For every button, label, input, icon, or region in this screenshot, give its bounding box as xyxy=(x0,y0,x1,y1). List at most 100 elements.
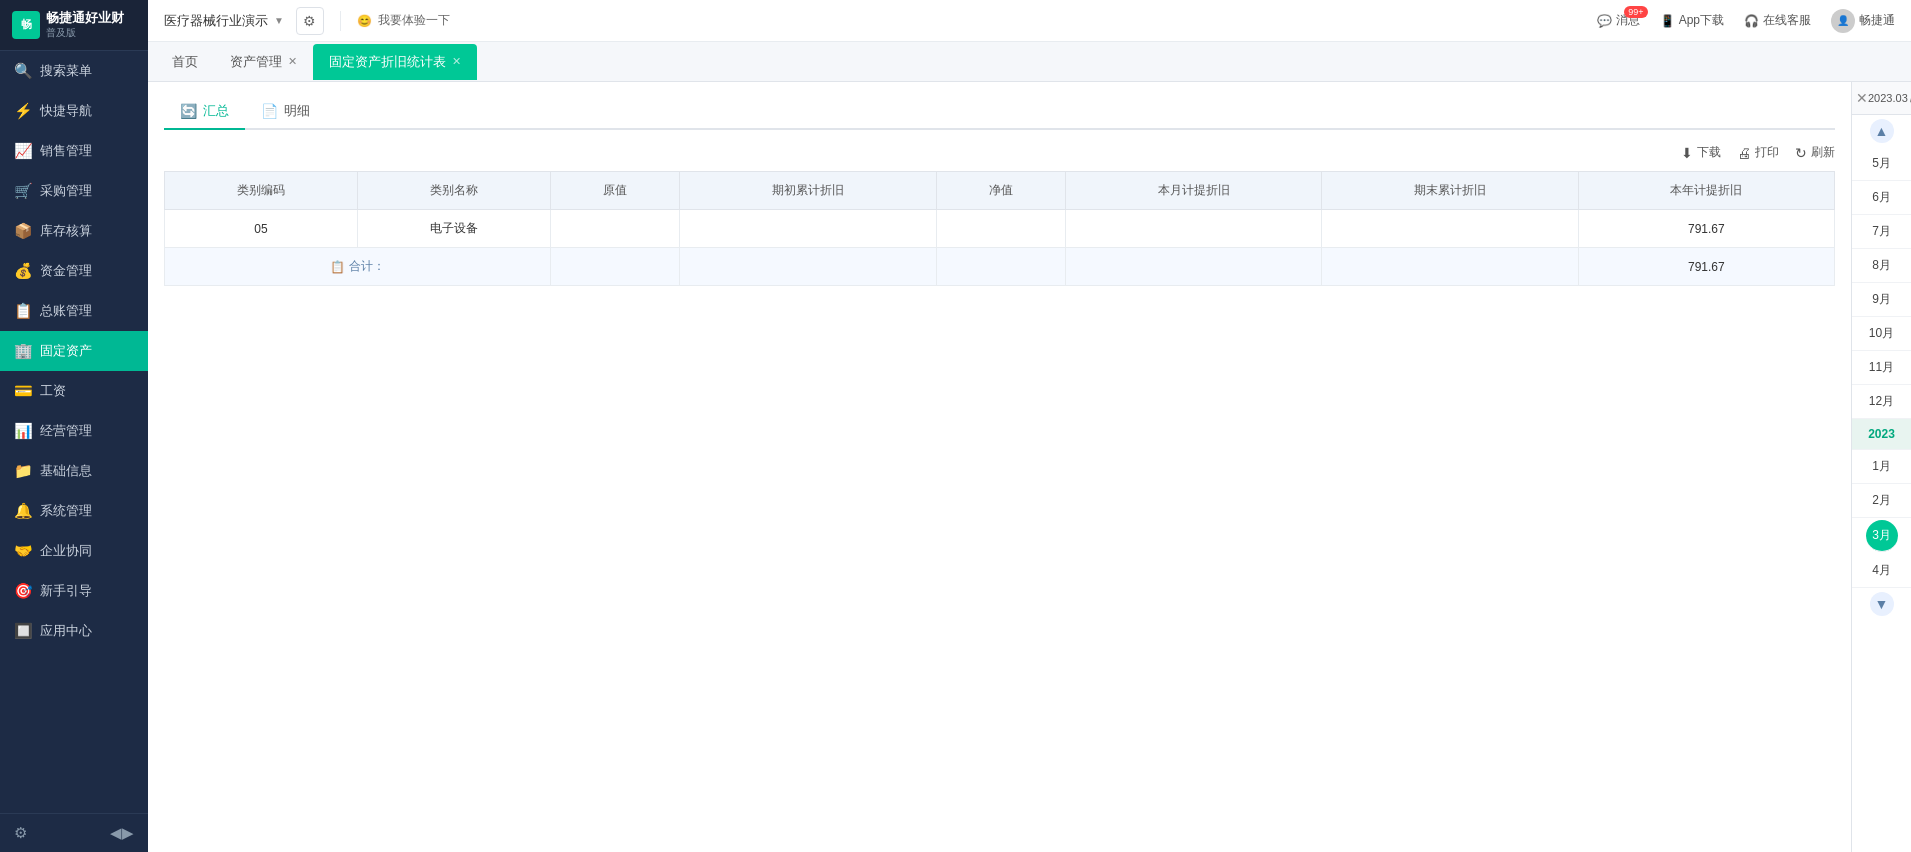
total-icon: 📋 xyxy=(330,260,345,274)
date-item-6[interactable]: 6月 xyxy=(1852,181,1911,215)
download-button[interactable]: ⬇ 下载 xyxy=(1681,144,1721,161)
company-name: 医疗器械行业演示 xyxy=(164,12,268,30)
app-version: 普及版 xyxy=(46,26,124,40)
quicknav-icon: ⚡ xyxy=(14,102,32,120)
table-row: 05 电子设备 791.67 xyxy=(165,210,1835,248)
table-toolbar: ⬇ 下载 🖨 打印 ↻ 刷新 xyxy=(164,144,1835,161)
sidebar-item-appcenter[interactable]: 🔲 应用中心 xyxy=(0,611,148,651)
experience-button[interactable]: 😊 我要体验一下 xyxy=(357,12,450,29)
date-item-9[interactable]: 9月 xyxy=(1852,283,1911,317)
refresh-label: 刷新 xyxy=(1811,144,1835,161)
company-chevron-icon: ▼ xyxy=(274,15,284,26)
print-icon: 🖨 xyxy=(1737,145,1751,161)
purchase-icon: 🛒 xyxy=(14,182,32,200)
sidebar-item-quicknav[interactable]: ⚡ 快捷导航 xyxy=(0,91,148,131)
appcenter-icon: 🔲 xyxy=(14,622,32,640)
sidebar-item-inventory[interactable]: 📦 库存核算 xyxy=(0,211,148,251)
subtab-detail[interactable]: 📄 明细 xyxy=(245,94,326,130)
date-item-7[interactable]: 7月 xyxy=(1852,215,1911,249)
topbar-right: 💬 消息 99+ 📱 App下载 🎧 在线客服 👤 畅捷通 xyxy=(1597,9,1895,33)
sidebar-item-label: 搜索菜单 xyxy=(40,62,92,80)
tab-home[interactable]: 首页 xyxy=(156,44,214,80)
user-button[interactable]: 👤 畅捷通 xyxy=(1831,9,1895,33)
tabs-bar: 首页 资产管理 ✕ 固定资产折旧统计表 ✕ xyxy=(148,42,1911,82)
col-net-value: 净值 xyxy=(936,172,1065,210)
fixed-asset-report-close-icon[interactable]: ✕ xyxy=(452,55,461,68)
date-item-8[interactable]: 8月 xyxy=(1852,249,1911,283)
sidebar-item-capital[interactable]: 💰 资金管理 xyxy=(0,251,148,291)
date-item-apr[interactable]: 4月 xyxy=(1852,554,1911,588)
app-logo: 畅 xyxy=(12,11,40,39)
settings-footer-icon[interactable]: ⚙ xyxy=(14,824,27,842)
date-nav-down[interactable]: ▼ xyxy=(1870,592,1894,616)
sidebar-item-purchase[interactable]: 🛒 采购管理 xyxy=(0,171,148,211)
app-name: 畅捷通好业财 xyxy=(46,10,124,26)
main-area: 医疗器械行业演示 ▼ ⚙ 😊 我要体验一下 💬 消息 99+ 📱 App下载 🎧… xyxy=(148,0,1911,852)
col-original: 原值 xyxy=(550,172,679,210)
sidebar-item-fixedasset[interactable]: 🏢 固定资产 xyxy=(0,331,148,371)
date-nav-up[interactable]: ▲ xyxy=(1870,119,1894,143)
row-end-accum xyxy=(1322,210,1578,248)
detail-icon: 📄 xyxy=(261,103,278,119)
date-item-12[interactable]: 12月 xyxy=(1852,385,1911,419)
app-download-button[interactable]: 📱 App下载 xyxy=(1660,12,1724,29)
date-item-10[interactable]: 10月 xyxy=(1852,317,1911,351)
sidebar-item-ledger[interactable]: 📋 总账管理 xyxy=(0,291,148,331)
row-month-depr xyxy=(1066,210,1322,248)
total-net-value xyxy=(936,248,1065,286)
detail-label: 明细 xyxy=(284,102,310,120)
tab-asset-manage[interactable]: 资产管理 ✕ xyxy=(214,44,313,80)
print-button[interactable]: 🖨 打印 xyxy=(1737,144,1779,161)
sidebar-item-system[interactable]: 🔔 系统管理 xyxy=(0,491,148,531)
settings-button[interactable]: ⚙ xyxy=(296,7,324,35)
row-year-depr: 791.67 xyxy=(1578,210,1834,248)
print-label: 打印 xyxy=(1755,144,1779,161)
collapse-icon[interactable]: ◀▶ xyxy=(110,824,134,842)
message-icon: 💬 xyxy=(1597,14,1612,28)
row-code: 05 xyxy=(165,210,358,248)
sidebar-item-operation[interactable]: 📊 经营管理 xyxy=(0,411,148,451)
experience-text: 我要体验一下 xyxy=(378,12,450,29)
search-icon: 🔍 xyxy=(14,62,32,80)
sub-tabs: 🔄 汇总 📄 明细 xyxy=(164,94,1835,130)
date-panel-title: 2023.03 xyxy=(1868,92,1908,104)
row-original xyxy=(550,210,679,248)
summary-label: 汇总 xyxy=(203,102,229,120)
summary-icon: 🔄 xyxy=(180,103,197,119)
sidebar-item-label: 应用中心 xyxy=(40,622,92,640)
col-year-depr: 本年计提折旧 xyxy=(1578,172,1834,210)
sidebar-item-newguide[interactable]: 🎯 新手引导 xyxy=(0,571,148,611)
date-item-jan[interactable]: 1月 xyxy=(1852,450,1911,484)
date-item-mar[interactable]: 3月 xyxy=(1866,520,1898,552)
sidebar-item-search[interactable]: 🔍 搜索菜单 xyxy=(0,51,148,91)
sidebar-item-label: 企业协同 xyxy=(40,542,92,560)
total-original xyxy=(550,248,679,286)
online-support-button[interactable]: 🎧 在线客服 xyxy=(1744,12,1811,29)
topbar: 医疗器械行业演示 ▼ ⚙ 😊 我要体验一下 💬 消息 99+ 📱 App下载 🎧… xyxy=(148,0,1911,42)
total-month-depr xyxy=(1066,248,1322,286)
company-selector[interactable]: 医疗器械行业演示 ▼ xyxy=(164,12,284,30)
app-download-icon: 📱 xyxy=(1660,14,1675,28)
message-button[interactable]: 💬 消息 99+ xyxy=(1597,12,1640,29)
refresh-button[interactable]: ↻ 刷新 xyxy=(1795,144,1835,161)
message-badge: 99+ xyxy=(1624,6,1647,18)
date-item-11[interactable]: 11月 xyxy=(1852,351,1911,385)
download-label: 下载 xyxy=(1697,144,1721,161)
sidebar-item-sales[interactable]: 📈 销售管理 xyxy=(0,131,148,171)
content-area: 🔄 汇总 📄 明细 ⬇ 下载 🖨 打印 ↻ xyxy=(148,82,1911,852)
date-item-feb[interactable]: 2月 xyxy=(1852,484,1911,518)
avatar: 👤 xyxy=(1831,9,1855,33)
sidebar-item-basic[interactable]: 📁 基础信息 xyxy=(0,451,148,491)
col-name: 类别名称 xyxy=(357,172,550,210)
sidebar-item-enterprise[interactable]: 🤝 企业协同 xyxy=(0,531,148,571)
support-icon: 🎧 xyxy=(1744,14,1759,28)
date-panel-close-icon[interactable]: ✕ xyxy=(1856,90,1868,106)
sidebar-item-salary[interactable]: 💳 工资 xyxy=(0,371,148,411)
tab-fixed-asset-report[interactable]: 固定资产折旧统计表 ✕ xyxy=(313,44,477,80)
sales-icon: 📈 xyxy=(14,142,32,160)
date-item-5[interactable]: 5月 xyxy=(1852,147,1911,181)
asset-manage-close-icon[interactable]: ✕ xyxy=(288,55,297,68)
newguide-icon: 🎯 xyxy=(14,582,32,600)
col-initial-accum: 期初累计折旧 xyxy=(680,172,936,210)
subtab-summary[interactable]: 🔄 汇总 xyxy=(164,94,245,130)
